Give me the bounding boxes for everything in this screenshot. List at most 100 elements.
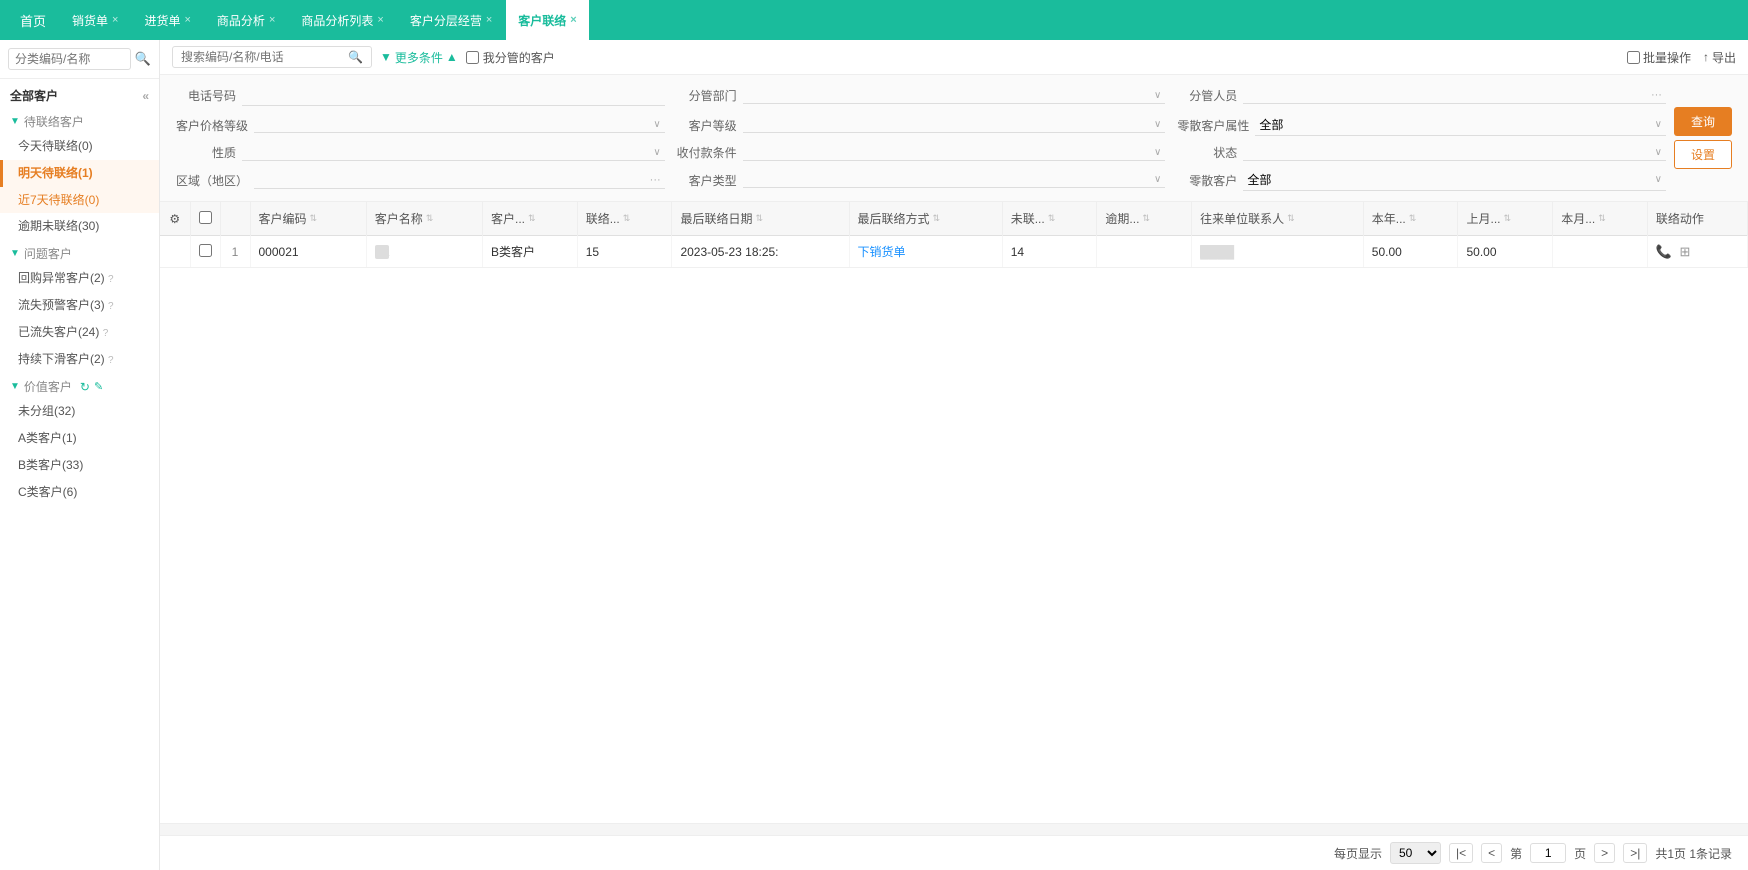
sidebar-item-repurchase-abnormal[interactable]: 回购异常客户(2) ? — [0, 265, 159, 292]
nav-product-close[interactable]: × — [269, 14, 275, 26]
contact-action-grid-icon[interactable]: ⊞ — [1679, 244, 1690, 259]
nav-customer-tier[interactable]: 客户分层经营× — [398, 0, 504, 40]
filter-retail-attr-arrow[interactable]: ∨ — [1655, 119, 1662, 130]
nav-customer-contact-close[interactable]: × — [570, 14, 576, 26]
filter-nature: 性质 ∨ — [176, 144, 665, 161]
sidebar-item-ungrouped[interactable]: 未分组(32) — [0, 398, 159, 425]
last-contact-method-link[interactable]: 下销货单 — [858, 245, 906, 259]
sort-customer-name[interactable]: ⇅ — [426, 213, 434, 224]
filter-dept-arrow[interactable]: ∨ — [1154, 90, 1161, 101]
filter-nature-arrow[interactable]: ∨ — [653, 147, 660, 158]
table-scroll-bar[interactable] — [160, 823, 1748, 835]
sort-contact-count[interactable]: ⇅ — [623, 213, 631, 224]
my-customers-checkbox[interactable]: 我分管的客户 — [466, 49, 555, 66]
sort-unit-contact[interactable]: ⇅ — [1287, 213, 1295, 224]
main-search-input[interactable] — [181, 50, 344, 64]
filter-region-ellipsis[interactable]: ··· — [650, 174, 661, 186]
filter-retail-customer-arrow[interactable]: ∨ — [1655, 174, 1662, 185]
sort-this-year[interactable]: ⇅ — [1409, 213, 1417, 224]
sidebar-search-input[interactable] — [8, 48, 131, 70]
sidebar-item-class-b[interactable]: B类客户(33) — [0, 452, 159, 479]
sidebar-item-class-a[interactable]: A类客户(1) — [0, 425, 159, 452]
content-area: 🔍 ▼ 更多条件 ▲ 我分管的客户 批量操作 ↑ 导出 — [160, 40, 1748, 870]
batch-op-btn[interactable]: 批量操作 — [1627, 49, 1691, 66]
col-this-month-label: 本月... — [1561, 210, 1595, 227]
filter-customer-grade-label: 客户等级 — [677, 117, 737, 134]
next-page-btn[interactable]: > — [1594, 843, 1615, 863]
sidebar-item-tomorrow[interactable]: 明天待联络(1) — [0, 160, 159, 187]
filter-row-1: 电话号码 分管部门 ∨ 分管人员 — [176, 85, 1666, 106]
table-scroll-bar-inner — [160, 824, 760, 835]
sidebar: 🔍 全部客户 « ▼ 待联络客户 今天待联络(0) 明天待联络(1) 近7天待联… — [0, 40, 160, 870]
nav-product-analysis[interactable]: 商品分析× — [205, 0, 287, 40]
settings-icon[interactable]: ⚙ — [169, 212, 180, 226]
nav-home[interactable]: 首页 — [8, 0, 58, 40]
last-page-btn[interactable]: >| — [1623, 843, 1647, 863]
filter-price-grade-arrow[interactable]: ∨ — [653, 119, 660, 130]
nav-product-list-close[interactable]: × — [377, 14, 383, 26]
sidebar-item-declining[interactable]: 持续下滑客户(2) ? — [0, 346, 159, 373]
contact-action-phone-icon[interactable]: 📞 — [1656, 244, 1672, 259]
page-word: 第 — [1510, 845, 1522, 862]
page-size-select[interactable]: 10 20 50 100 — [1390, 842, 1441, 864]
sidebar-item-today[interactable]: 今天待联络(0) — [0, 133, 159, 160]
sort-customer-code[interactable]: ⇅ — [310, 213, 318, 224]
row-index: 1 — [220, 236, 250, 268]
page-number-input[interactable] — [1530, 843, 1566, 863]
sort-customer-type[interactable]: ⇅ — [528, 213, 536, 224]
query-btn[interactable]: 查询 — [1674, 107, 1732, 136]
sort-last-contact-date[interactable]: ⇅ — [755, 213, 763, 224]
sidebar-search-icon[interactable]: 🔍 — [135, 51, 151, 67]
batch-checkbox[interactable] — [1627, 51, 1640, 64]
sidebar-search-area: 🔍 — [0, 40, 159, 79]
filter-phone-input[interactable] — [242, 85, 665, 106]
my-customers-check[interactable] — [466, 51, 479, 64]
filter-manager-ellipsis[interactable]: ··· — [1651, 89, 1662, 101]
page-size-label: 每页显示 — [1334, 845, 1382, 862]
sort-last-month[interactable]: ⇅ — [1504, 213, 1512, 224]
row-select-checkbox[interactable] — [199, 244, 212, 257]
sort-this-month[interactable]: ⇅ — [1598, 213, 1606, 224]
col-last-contact-method-label: 最后联络方式 — [858, 210, 930, 227]
collapse-icon[interactable]: « — [142, 89, 149, 103]
main-search-icon[interactable]: 🔍 — [348, 50, 363, 64]
nav-purchase[interactable]: 进货单× — [132, 0, 202, 40]
nav-customer-contact[interactable]: 客户联络× — [506, 0, 588, 40]
col-unit-contact-label: 往来单位联系人 — [1200, 210, 1284, 227]
more-conditions-btn[interactable]: ▼ 更多条件 ▲ — [380, 49, 458, 66]
nav-sales-close[interactable]: × — [112, 14, 118, 26]
refresh-icon[interactable]: ↻ — [80, 380, 90, 394]
filter-nature-label: 性质 — [176, 144, 236, 161]
nav-product-list[interactable]: 商品分析列表× — [289, 0, 395, 40]
filter-status-arrow[interactable]: ∨ — [1655, 147, 1662, 158]
sort-last-contact-method[interactable]: ⇅ — [933, 213, 941, 224]
filter-retail-attr: 零散客户属性 全部 ∨ — [1177, 114, 1666, 136]
sort-overdue[interactable]: ⇅ — [1142, 213, 1150, 224]
col-contact-action-label: 联络动作 — [1656, 210, 1704, 227]
table-row: 1 000021 Ea B类客户 15 2023-05-23 18:25: 下销… — [160, 236, 1748, 268]
filter-payment-arrow[interactable]: ∨ — [1154, 147, 1161, 158]
col-this-month: 本月... ⇅ — [1553, 202, 1648, 236]
set-btn[interactable]: 设置 — [1674, 140, 1732, 169]
nav-sales[interactable]: 销货单× — [60, 0, 130, 40]
filter-customer-type-arrow[interactable]: ∨ — [1154, 174, 1161, 185]
filter-manager-label: 分管人员 — [1177, 87, 1237, 104]
filter-manager: 分管人员 ··· — [1177, 87, 1666, 104]
prev-page-btn[interactable]: < — [1481, 843, 1502, 863]
export-btn[interactable]: ↑ 导出 — [1703, 49, 1736, 66]
col-this-year-label: 本年... — [1372, 210, 1406, 227]
sidebar-item-7days[interactable]: 近7天待联络(0) — [0, 187, 159, 214]
edit-value-icon[interactable]: ✎ — [94, 380, 103, 393]
col-last-month: 上月... ⇅ — [1458, 202, 1553, 236]
first-page-btn[interactable]: |< — [1449, 843, 1473, 863]
sidebar-item-overdue[interactable]: 逾期未联络(30) — [0, 213, 159, 240]
select-all-checkbox[interactable] — [199, 211, 212, 224]
sidebar-item-class-c[interactable]: C类客户(6) — [0, 479, 159, 506]
nav-purchase-close[interactable]: × — [184, 14, 190, 26]
sort-uncontacted[interactable]: ⇅ — [1048, 213, 1056, 224]
filter-customer-grade-arrow[interactable]: ∨ — [1154, 119, 1161, 130]
sidebar-item-churned[interactable]: 已流失客户(24) ? — [0, 319, 159, 346]
total-info: 共1页 1条记录 — [1655, 845, 1732, 862]
sidebar-item-churn-warning[interactable]: 流失预警客户(3) ? — [0, 292, 159, 319]
nav-customer-tier-close[interactable]: × — [486, 14, 492, 26]
